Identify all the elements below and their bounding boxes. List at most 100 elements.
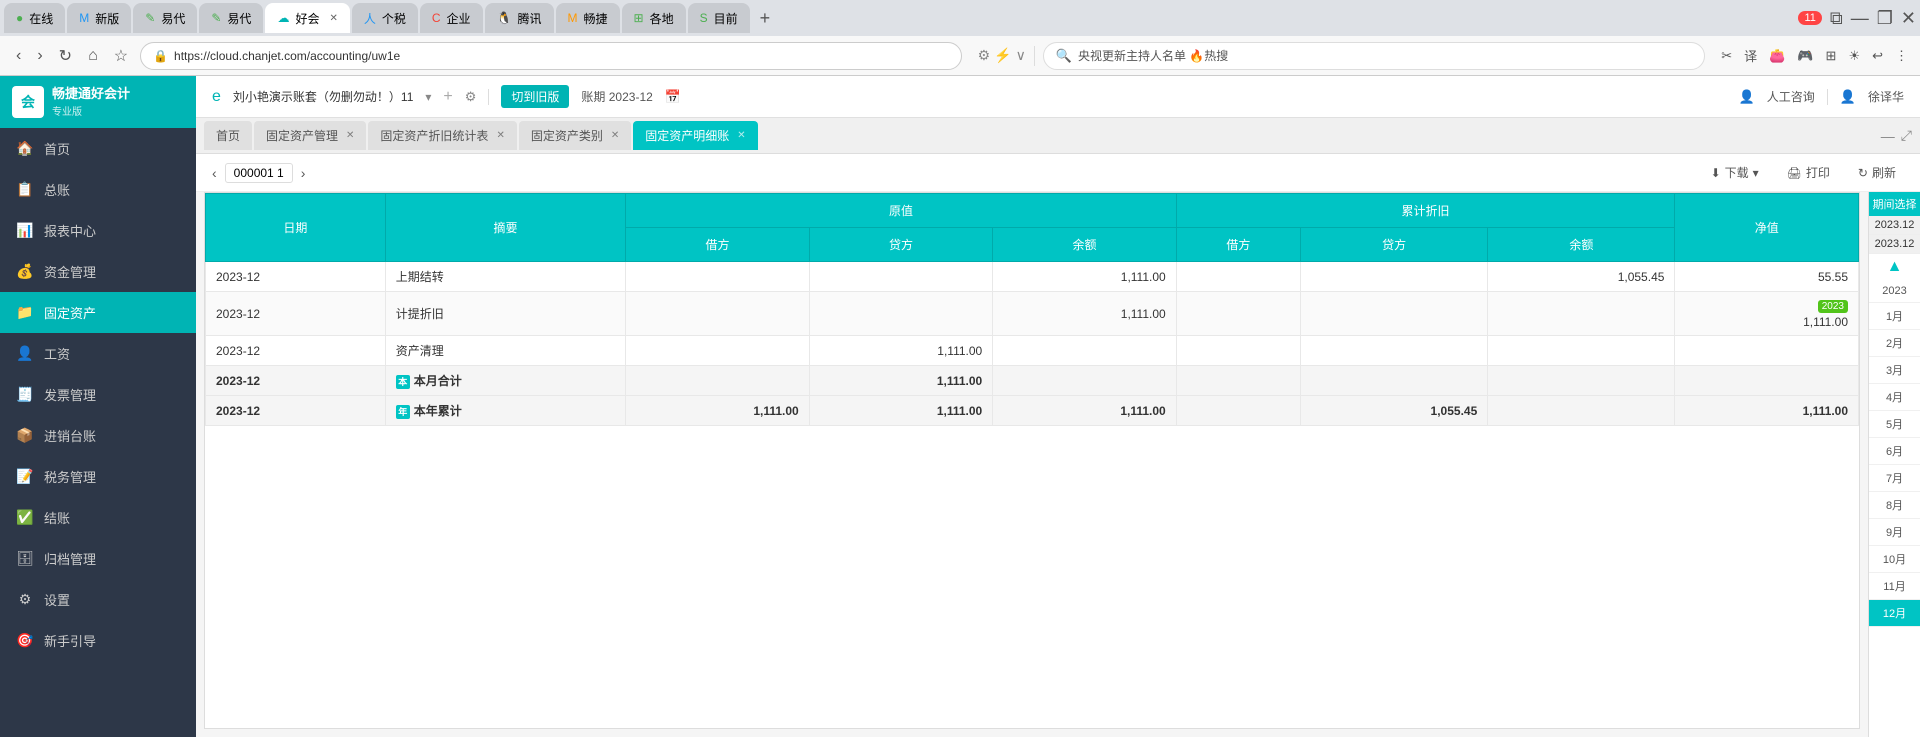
forward-button[interactable]: › bbox=[33, 43, 46, 69]
browser-tab-tengxun[interactable]: 🐧 腾讯 bbox=[485, 3, 554, 33]
cell-orig-balance bbox=[993, 366, 1176, 396]
page-tabs: 首页 固定资产管理 ✕ 固定资产折旧统计表 ✕ 固定资产类别 ✕ 固定资产明细账… bbox=[196, 118, 1920, 154]
browser-tab-changjie[interactable]: M 畅捷 bbox=[556, 3, 620, 33]
sidebar-item-closing[interactable]: ✅ 结账 bbox=[0, 497, 196, 538]
sidebar-label-assets: 固定资产 bbox=[44, 303, 96, 322]
address-field[interactable]: 🔒 https://cloud.chanjet.com/accounting/u… bbox=[140, 42, 962, 70]
period-month-4[interactable]: 4月 bbox=[1869, 384, 1920, 411]
period-month-6[interactable]: 6月 bbox=[1869, 438, 1920, 465]
sidebar-logo[interactable]: 会 畅捷通好会计 专业版 bbox=[0, 76, 196, 128]
sidebar-item-settings[interactable]: ⚙ 设置 bbox=[0, 579, 196, 620]
browser-tab-geshui[interactable]: 人 个税 bbox=[352, 3, 418, 33]
brightness-icon[interactable]: ☀ bbox=[1848, 48, 1860, 64]
tab-close-category[interactable]: ✕ bbox=[611, 130, 619, 141]
period-month-11[interactable]: 11月 bbox=[1869, 573, 1920, 600]
tab-depreciation-stats[interactable]: 固定资产折旧统计表 ✕ bbox=[368, 121, 516, 150]
sidebar-item-fixed-assets[interactable]: 📁 固定资产 bbox=[0, 292, 196, 333]
period-month-12[interactable]: 12月 bbox=[1869, 600, 1920, 627]
th-accum-credit: 贷方 bbox=[1301, 228, 1488, 262]
add-company-icon[interactable]: + bbox=[443, 88, 452, 106]
browser-menu-icon[interactable]: ⧉ bbox=[1830, 8, 1843, 29]
settings-company-icon[interactable]: ⚙ bbox=[465, 89, 477, 105]
sidebar-item-archive[interactable]: 🗄 归档管理 bbox=[0, 538, 196, 579]
lightning-icon[interactable]: ⚡ bbox=[994, 47, 1011, 64]
th-accumulated-depreciation: 累计折旧 bbox=[1176, 194, 1675, 228]
sidebar-item-purchase-sales[interactable]: 📦 进销台账 bbox=[0, 415, 196, 456]
main-content: e 刘小艳演示账套（勿删勿动！）11 ▾ + ⚙ 切到旧版 账期 2023-12… bbox=[196, 76, 1920, 737]
company-dropdown-icon[interactable]: ▾ bbox=[425, 90, 431, 104]
ledger-table-container: 日期 摘要 原值 累计折旧 净值 借方 贷方 余额 借方 bbox=[204, 192, 1860, 729]
period-month-2[interactable]: 2月 bbox=[1869, 330, 1920, 357]
tab-close-haohui[interactable]: ✕ bbox=[329, 13, 337, 24]
tab-label-yidai1: 易代 bbox=[161, 10, 185, 27]
user-name[interactable]: 徐译华 bbox=[1868, 88, 1904, 105]
prev-page-button[interactable]: ‹ bbox=[212, 165, 217, 181]
sidebar-item-general-ledger[interactable]: 📋 总账 bbox=[0, 169, 196, 210]
tab-depreciation-label: 固定资产折旧统计表 bbox=[380, 127, 488, 144]
calendar-icon[interactable]: 📅 bbox=[665, 89, 681, 105]
more-icon[interactable]: ⋮ bbox=[1895, 48, 1908, 64]
dropdown-icon[interactable]: ∨ bbox=[1016, 47, 1026, 64]
new-tab-button[interactable]: + bbox=[752, 8, 779, 29]
sidebar-item-home[interactable]: 🏠 首页 bbox=[0, 128, 196, 169]
download-button[interactable]: ⬇ 下载 ▾ bbox=[1703, 160, 1767, 185]
period-month-9[interactable]: 9月 bbox=[1869, 519, 1920, 546]
tab-asset-category[interactable]: 固定资产类别 ✕ bbox=[519, 121, 631, 150]
period-scroll-up[interactable]: ▲ bbox=[1869, 254, 1920, 280]
browser-tab-gedi[interactable]: ⊞ 各地 bbox=[622, 3, 686, 33]
browser-tab-muqian[interactable]: S 目前 bbox=[688, 3, 750, 33]
company-logo-icon[interactable]: e bbox=[212, 88, 221, 106]
divider bbox=[1034, 46, 1035, 66]
sidebar-item-invoice[interactable]: 🧾 发票管理 bbox=[0, 374, 196, 415]
tab-home[interactable]: 首页 bbox=[204, 121, 252, 150]
tab-close-fixed-manage[interactable]: ✕ bbox=[346, 130, 354, 141]
browser-tab-online[interactable]: ● 在线 bbox=[4, 3, 65, 33]
sidebar-item-tax[interactable]: 📝 税务管理 bbox=[0, 456, 196, 497]
maximize-pane-button[interactable]: ⤢ bbox=[1901, 127, 1912, 144]
browser-tab-yidai1[interactable]: ✎ 易代 bbox=[133, 3, 197, 33]
period-month-10[interactable]: 10月 bbox=[1869, 546, 1920, 573]
period-month-1[interactable]: 1月 bbox=[1869, 303, 1920, 330]
browser-tab-yidai2[interactable]: ✎ 易代 bbox=[199, 3, 263, 33]
refresh-action-button[interactable]: ↻ 刷新 bbox=[1850, 160, 1904, 185]
browser-maximize[interactable]: ❐ bbox=[1877, 8, 1893, 29]
period-month-5[interactable]: 5月 bbox=[1869, 411, 1920, 438]
period-year-2023[interactable]: 2023 bbox=[1869, 280, 1920, 303]
tab-asset-detail-ledger[interactable]: 固定资产明细账 ✕ bbox=[633, 121, 757, 150]
bookmark-button[interactable]: ☆ bbox=[110, 42, 132, 70]
period-month-7[interactable]: 7月 bbox=[1869, 465, 1920, 492]
browser-tab-new[interactable]: M 新版 bbox=[67, 3, 131, 33]
undo-icon[interactable]: ↩ bbox=[1872, 48, 1883, 64]
sidebar-item-funds[interactable]: 💰 资金管理 bbox=[0, 251, 196, 292]
next-page-button[interactable]: › bbox=[301, 165, 306, 181]
home-button[interactable]: ⌂ bbox=[84, 43, 102, 69]
tab-close-depreciation[interactable]: ✕ bbox=[496, 130, 504, 141]
browser-tab-qiye[interactable]: C 企业 bbox=[420, 3, 483, 33]
closing-icon: ✅ bbox=[16, 509, 34, 526]
period-month-8[interactable]: 8月 bbox=[1869, 492, 1920, 519]
company-name[interactable]: 刘小艳演示账套（勿删勿动！）11 bbox=[233, 88, 413, 105]
settings-icon[interactable]: ⚙ bbox=[978, 47, 991, 64]
minimize-pane-button[interactable]: — bbox=[1881, 128, 1895, 144]
tab-close-detail[interactable]: ✕ bbox=[737, 130, 745, 141]
browser-minimize[interactable]: — bbox=[1851, 8, 1869, 29]
translate-icon[interactable]: 译 bbox=[1744, 46, 1757, 65]
browser-tab-haohui[interactable]: ☁ 好会 ✕ bbox=[265, 3, 349, 33]
wallet-icon[interactable]: 👛 bbox=[1769, 48, 1785, 64]
help-person-icon[interactable]: 👤 bbox=[1739, 89, 1755, 105]
sidebar-item-guide[interactable]: 🎯 新手引导 bbox=[0, 620, 196, 661]
browser-close[interactable]: ✕ bbox=[1901, 8, 1916, 29]
sidebar-item-reports[interactable]: 📊 报表中心 bbox=[0, 210, 196, 251]
tab-fixed-assets-manage[interactable]: 固定资产管理 ✕ bbox=[254, 121, 366, 150]
switch-old-version-button[interactable]: 切到旧版 bbox=[501, 85, 569, 108]
game-icon[interactable]: 🎮 bbox=[1797, 48, 1813, 64]
help-label[interactable]: 人工咨询 bbox=[1767, 88, 1815, 105]
grid-icon[interactable]: ⊞ bbox=[1826, 48, 1837, 64]
search-bar[interactable]: 🔍 央视更新主持人名单 🔥热搜 bbox=[1043, 42, 1705, 70]
back-button[interactable]: ‹ bbox=[12, 43, 25, 69]
period-month-3[interactable]: 3月 bbox=[1869, 357, 1920, 384]
sidebar-item-payroll[interactable]: 👤 工资 bbox=[0, 333, 196, 374]
refresh-button[interactable]: ↻ bbox=[55, 42, 76, 70]
print-button[interactable]: 🖨 打印 bbox=[1779, 160, 1838, 185]
scissors-icon[interactable]: ✂ bbox=[1721, 48, 1732, 64]
